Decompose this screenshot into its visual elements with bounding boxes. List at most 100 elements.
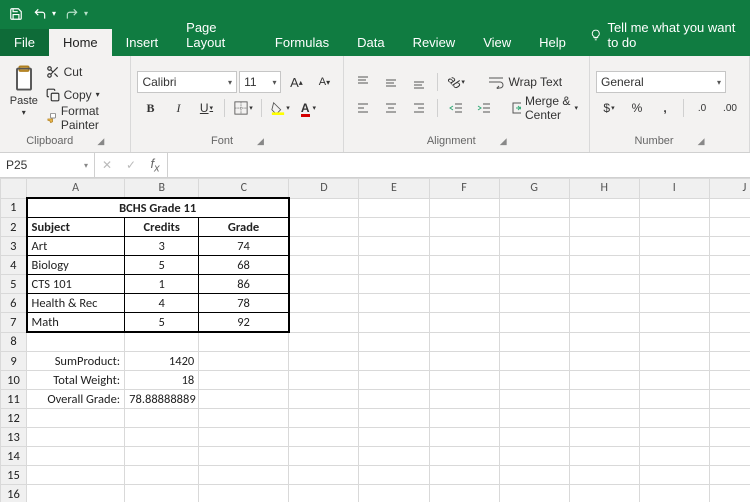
tell-me-search[interactable]: Tell me what you want to do <box>580 14 750 56</box>
cell[interactable] <box>709 485 750 502</box>
cell[interactable]: 92 <box>199 313 289 333</box>
cell[interactable] <box>569 428 639 447</box>
cell[interactable]: Health & Rec <box>27 294 125 313</box>
cell[interactable] <box>429 352 499 371</box>
cell[interactable] <box>709 294 750 313</box>
cell[interactable] <box>709 237 750 256</box>
cut-button[interactable]: Cut <box>46 62 125 82</box>
row-header[interactable]: 15 <box>1 466 27 485</box>
cell[interactable]: 68 <box>199 256 289 275</box>
align-middle-icon[interactable] <box>378 71 404 93</box>
cell[interactable] <box>639 218 709 237</box>
cell[interactable] <box>429 371 499 390</box>
increase-indent-icon[interactable] <box>471 97 497 119</box>
cell[interactable] <box>709 275 750 294</box>
row-header[interactable]: 11 <box>1 390 27 409</box>
cell[interactable] <box>499 466 569 485</box>
percent-format-button[interactable]: % <box>624 97 650 119</box>
cell[interactable] <box>709 332 750 352</box>
cell[interactable] <box>27 409 125 428</box>
cell[interactable] <box>709 428 750 447</box>
cell[interactable] <box>499 371 569 390</box>
name-box[interactable]: P25▾ <box>0 153 95 177</box>
cell[interactable] <box>569 198 639 218</box>
cell[interactable] <box>289 218 359 237</box>
accounting-format-button[interactable]: $▾ <box>596 97 622 119</box>
cell[interactable] <box>569 237 639 256</box>
cell[interactable] <box>709 390 750 409</box>
cell[interactable] <box>125 466 199 485</box>
cell[interactable] <box>359 218 429 237</box>
cell[interactable] <box>709 352 750 371</box>
cell[interactable] <box>429 198 499 218</box>
cell[interactable] <box>639 256 709 275</box>
cell[interactable] <box>499 485 569 502</box>
cell[interactable] <box>709 256 750 275</box>
cell[interactable] <box>639 332 709 352</box>
select-all-corner[interactable] <box>1 179 27 199</box>
cell[interactable] <box>429 332 499 352</box>
cell[interactable]: SumProduct: <box>27 352 125 371</box>
cell[interactable] <box>639 275 709 294</box>
cell[interactable] <box>289 466 359 485</box>
dialog-launcher-icon[interactable]: ◢ <box>698 136 705 147</box>
cell[interactable] <box>709 371 750 390</box>
cell[interactable] <box>499 390 569 409</box>
cell[interactable] <box>289 428 359 447</box>
col-header[interactable]: J <box>709 179 750 199</box>
cell[interactable] <box>499 275 569 294</box>
save-icon[interactable] <box>6 4 26 24</box>
align-bottom-icon[interactable] <box>406 71 432 93</box>
cell[interactable] <box>639 198 709 218</box>
underline-button[interactable]: U▾ <box>193 97 219 119</box>
borders-button[interactable]: ▾ <box>230 97 256 119</box>
undo-icon[interactable] <box>30 4 50 24</box>
cell[interactable] <box>27 485 125 502</box>
cell[interactable] <box>289 390 359 409</box>
col-header[interactable]: G <box>499 179 569 199</box>
align-right-icon[interactable] <box>406 97 432 119</box>
align-top-icon[interactable] <box>350 71 376 93</box>
row-header[interactable]: 7 <box>1 313 27 333</box>
cell[interactable]: CTS 101 <box>27 275 125 294</box>
cell[interactable] <box>359 237 429 256</box>
cell[interactable] <box>639 428 709 447</box>
align-left-icon[interactable] <box>350 97 376 119</box>
cell[interactable] <box>709 447 750 466</box>
cell[interactable] <box>289 485 359 502</box>
col-header[interactable]: F <box>429 179 499 199</box>
cell[interactable] <box>289 275 359 294</box>
cell[interactable] <box>499 352 569 371</box>
copy-button[interactable]: Copy ▾ <box>46 85 125 105</box>
cell[interactable] <box>359 332 429 352</box>
cell[interactable] <box>359 428 429 447</box>
formula-input[interactable] <box>168 153 750 177</box>
cell[interactable] <box>709 198 750 218</box>
cell[interactable] <box>499 447 569 466</box>
cell[interactable]: 1 <box>125 275 199 294</box>
cell[interactable]: Biology <box>27 256 125 275</box>
cell[interactable] <box>359 485 429 502</box>
cell[interactable] <box>639 447 709 466</box>
row-header[interactable]: 2 <box>1 218 27 237</box>
cell[interactable] <box>499 237 569 256</box>
cell[interactable] <box>499 294 569 313</box>
cell[interactable] <box>639 313 709 333</box>
col-header[interactable]: A <box>27 179 125 199</box>
cell[interactable] <box>359 447 429 466</box>
row-header[interactable]: 13 <box>1 428 27 447</box>
dialog-launcher-icon[interactable]: ◢ <box>500 136 507 147</box>
cell[interactable] <box>639 466 709 485</box>
cell[interactable] <box>359 409 429 428</box>
cell[interactable] <box>429 390 499 409</box>
cell[interactable]: BCHS Grade 11 <box>27 198 289 218</box>
cell[interactable] <box>359 275 429 294</box>
row-header[interactable]: 5 <box>1 275 27 294</box>
orientation-button[interactable]: ab▾ <box>443 71 469 93</box>
cell[interactable] <box>569 256 639 275</box>
cell[interactable] <box>709 466 750 485</box>
cell[interactable] <box>199 390 289 409</box>
italic-button[interactable]: I <box>165 97 191 119</box>
tab-file[interactable]: File <box>0 29 49 56</box>
row-header[interactable]: 6 <box>1 294 27 313</box>
